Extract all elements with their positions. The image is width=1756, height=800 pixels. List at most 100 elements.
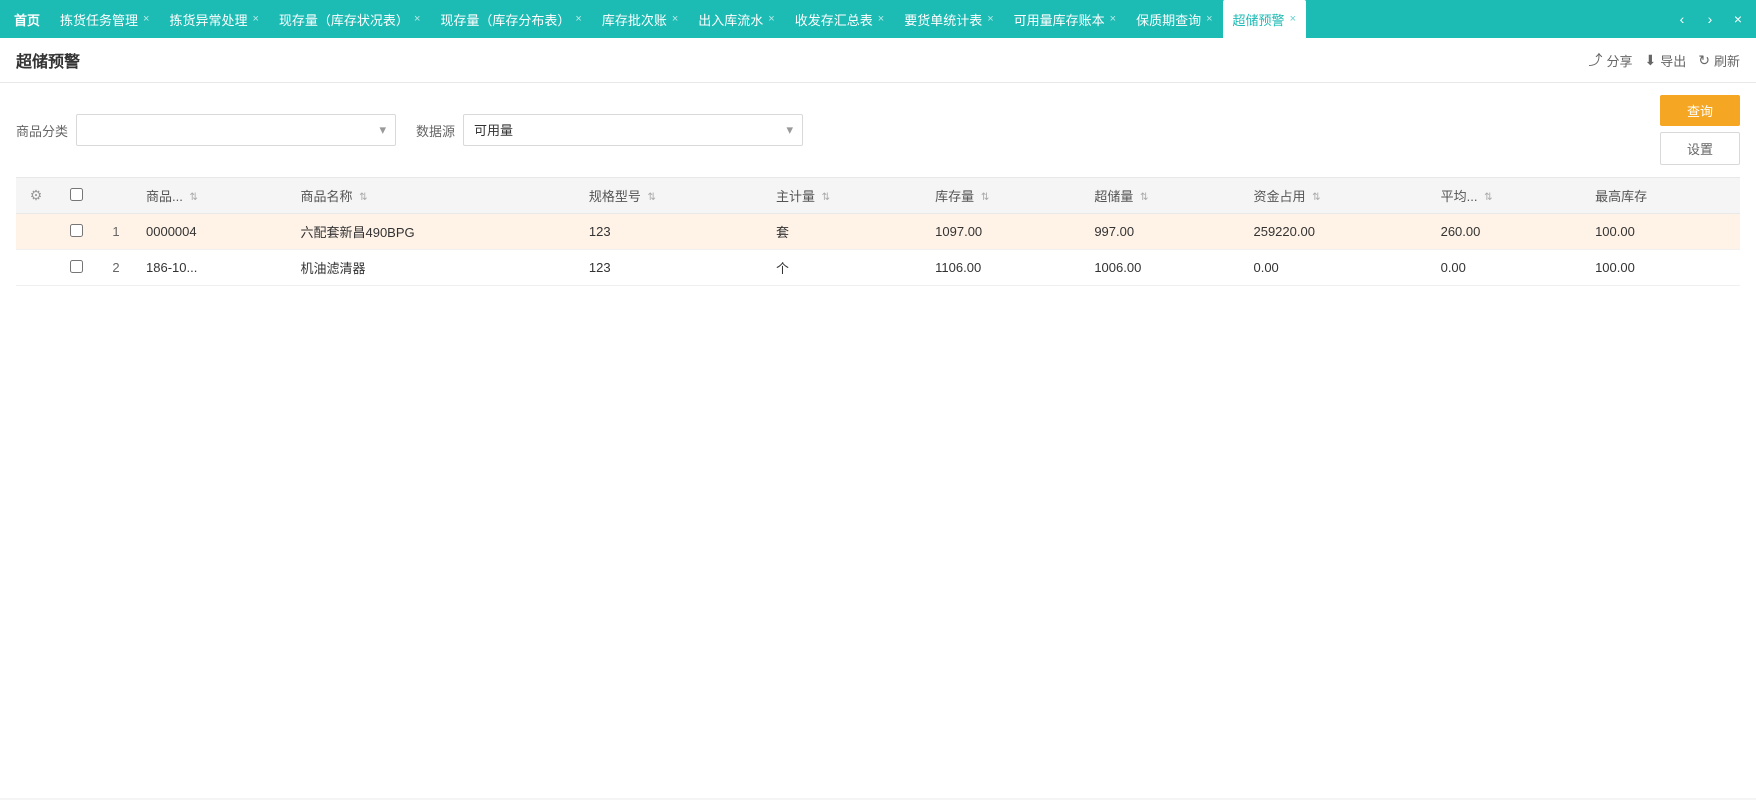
- nav-item-overstock[interactable]: 超储预警 ×: [1223, 0, 1306, 38]
- row-num: 1: [96, 214, 136, 250]
- export-button[interactable]: ⬇ 导出: [1645, 51, 1687, 70]
- row-stock: 1097.00: [925, 214, 1084, 250]
- settings-button[interactable]: 设置: [1660, 132, 1740, 165]
- sort-icon: ⇅: [359, 192, 367, 203]
- nav-item-order-stat[interactable]: 要货单统计表 ×: [894, 0, 1003, 38]
- nav-close-button[interactable]: ×: [1724, 0, 1752, 38]
- table-row: 1 0000004 六配套新昌490BPG 123 套 1097.00 997.…: [16, 214, 1740, 250]
- refresh-button[interactable]: ↻ 刷新: [1698, 51, 1740, 70]
- spec-header[interactable]: 规格型号 ⇅: [579, 178, 766, 214]
- row-checkbox[interactable]: [70, 260, 83, 273]
- row-max-stock: 100.00: [1585, 214, 1740, 250]
- sort-icon: ⇅: [822, 192, 830, 203]
- row-num: 2: [96, 250, 136, 286]
- close-icon[interactable]: ×: [252, 13, 258, 25]
- unit-header[interactable]: 主计量 ⇅: [766, 178, 925, 214]
- sort-icon: ⇅: [981, 192, 989, 203]
- page-container: 超储预警 ⤴ 分享 ⬇ 导出 ↻ 刷新 商品分类: [0, 38, 1756, 798]
- datasource-label: 数据源: [416, 121, 455, 140]
- row-product-code: 0000004: [136, 214, 290, 250]
- nav-item-flow[interactable]: 出入库流水 ×: [688, 0, 784, 38]
- gear-header: ⚙: [16, 178, 56, 214]
- checkbox-header: [56, 178, 96, 214]
- row-checkbox[interactable]: [70, 224, 83, 237]
- nav-next-button[interactable]: ›: [1696, 0, 1724, 38]
- datasource-select-wrapper: 可用量: [463, 114, 803, 146]
- category-filter-group: 商品分类: [16, 114, 396, 146]
- sort-icon: ⇅: [189, 192, 197, 203]
- nav-arrows: ‹ › ×: [1668, 0, 1752, 38]
- row-gear-cell: [16, 214, 56, 250]
- avg-header[interactable]: 平均... ⇅: [1431, 178, 1585, 214]
- nav-item-available[interactable]: 可用量库存账本 ×: [1004, 0, 1126, 38]
- header-actions: ⤴ 分享 ⬇ 导出 ↻ 刷新: [1588, 50, 1740, 70]
- table-body: 1 0000004 六配套新昌490BPG 123 套 1097.00 997.…: [16, 214, 1740, 286]
- category-select-wrapper: [76, 114, 396, 146]
- row-avg: 0.00: [1431, 250, 1585, 286]
- row-unit: 个: [766, 250, 925, 286]
- nav-item-collect[interactable]: 收发存汇总表 ×: [785, 0, 894, 38]
- data-table: ⚙ 商品... ⇅ 商品名称 ⇅ 规格型号: [16, 177, 1740, 286]
- sort-icon: ⇅: [1140, 192, 1148, 203]
- capital-header[interactable]: 资金占用 ⇅: [1243, 178, 1430, 214]
- nav-item-batch[interactable]: 库存批次账 ×: [592, 0, 688, 38]
- close-icon[interactable]: ×: [575, 13, 581, 25]
- stock-header[interactable]: 库存量 ⇅: [925, 178, 1084, 214]
- row-max-stock: 100.00: [1585, 250, 1740, 286]
- close-icon[interactable]: ×: [1206, 13, 1212, 25]
- table-container: ⚙ 商品... ⇅ 商品名称 ⇅ 规格型号: [0, 177, 1756, 286]
- sort-icon: ⇅: [1484, 192, 1492, 203]
- filter-actions: 查询 设置: [1660, 95, 1740, 165]
- row-checkbox-cell[interactable]: [56, 214, 96, 250]
- row-avg: 260.00: [1431, 214, 1585, 250]
- product-name-header[interactable]: 商品名称 ⇅: [290, 178, 578, 214]
- row-product-name: 六配套新昌490BPG: [290, 214, 578, 250]
- row-product-name: 机油滤清器: [290, 250, 578, 286]
- select-all-checkbox[interactable]: [70, 188, 83, 201]
- gear-icon[interactable]: ⚙: [30, 187, 43, 203]
- row-unit: 套: [766, 214, 925, 250]
- nav-item-task-mgmt[interactable]: 拣货任务管理 ×: [50, 0, 159, 38]
- share-button[interactable]: ⤴ 分享: [1588, 50, 1632, 70]
- row-overstock: 1006.00: [1084, 250, 1243, 286]
- nav-item-abnormal[interactable]: 拣货异常处理 ×: [159, 0, 268, 38]
- query-button[interactable]: 查询: [1660, 95, 1740, 126]
- overstock-header[interactable]: 超储量 ⇅: [1084, 178, 1243, 214]
- row-capital: 259220.00: [1243, 214, 1430, 250]
- max-stock-header[interactable]: 最高库存: [1585, 178, 1740, 214]
- close-icon[interactable]: ×: [143, 13, 149, 25]
- category-select[interactable]: [76, 114, 396, 146]
- row-stock: 1106.00: [925, 250, 1084, 286]
- category-label: 商品分类: [16, 121, 68, 140]
- share-icon: ⤴: [1588, 50, 1602, 70]
- close-icon[interactable]: ×: [1290, 13, 1296, 25]
- close-icon[interactable]: ×: [768, 13, 774, 25]
- page-header: 超储预警 ⤴ 分享 ⬇ 导出 ↻ 刷新: [0, 38, 1756, 83]
- row-gear-cell: [16, 250, 56, 286]
- close-icon[interactable]: ×: [1110, 13, 1116, 25]
- nav-prev-button[interactable]: ‹: [1668, 0, 1696, 38]
- table-row: 2 186-10... 机油滤清器 123 个 1106.00 1006.00 …: [16, 250, 1740, 286]
- filter-area: 商品分类 数据源 可用量 查询 设置: [0, 83, 1756, 177]
- row-spec: 123: [579, 214, 766, 250]
- row-checkbox-cell[interactable]: [56, 250, 96, 286]
- datasource-select[interactable]: 可用量: [463, 114, 803, 146]
- row-capital: 0.00: [1243, 250, 1430, 286]
- close-icon[interactable]: ×: [672, 13, 678, 25]
- close-icon[interactable]: ×: [414, 13, 420, 25]
- nav-item-inventory-status[interactable]: 现存量（库存状况表） ×: [269, 0, 430, 38]
- nav-item-quality[interactable]: 保质期查询 ×: [1126, 0, 1222, 38]
- product-code-header[interactable]: 商品... ⇅: [136, 178, 290, 214]
- refresh-icon: ↻: [1698, 52, 1710, 69]
- table-header-row: ⚙ 商品... ⇅ 商品名称 ⇅ 规格型号: [16, 178, 1740, 214]
- page-title: 超储预警: [16, 48, 80, 72]
- sort-icon: ⇅: [1312, 192, 1320, 203]
- nav-item-inventory-dist[interactable]: 现存量（库存分布表） ×: [430, 0, 591, 38]
- nav-item-home[interactable]: 首页: [4, 0, 50, 38]
- row-product-code: 186-10...: [136, 250, 290, 286]
- datasource-filter-group: 数据源 可用量: [416, 114, 803, 146]
- close-icon[interactable]: ×: [987, 13, 993, 25]
- close-icon[interactable]: ×: [878, 13, 884, 25]
- nav-bar: 首页 拣货任务管理 × 拣货异常处理 × 现存量（库存状况表） × 现存量（库存…: [0, 0, 1756, 38]
- row-spec: 123: [579, 250, 766, 286]
